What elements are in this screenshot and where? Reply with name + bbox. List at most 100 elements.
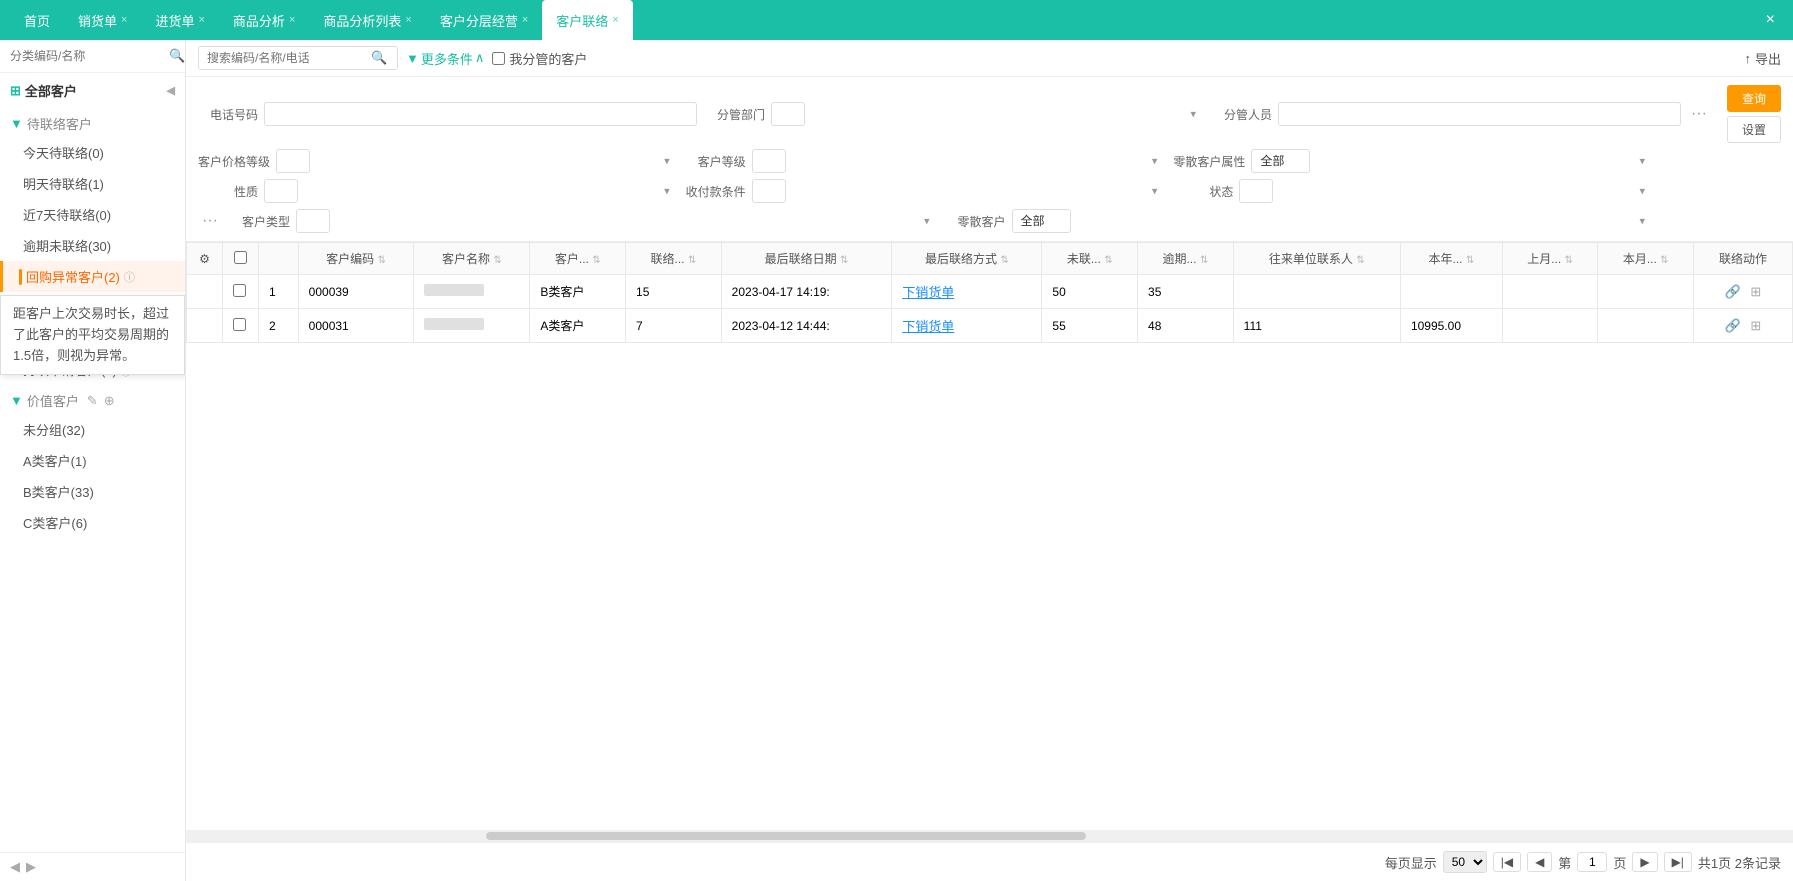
sidebar-item-7days[interactable]: 近7天待联络(0) <box>0 199 185 230</box>
price-level-select[interactable] <box>276 149 310 173</box>
select-all-checkbox[interactable] <box>234 251 247 264</box>
all-customers-header[interactable]: ⊞ 全部客户 ◀ <box>0 73 185 108</box>
close-sales-tab[interactable]: × <box>121 14 127 26</box>
table-row: 1 000039 B类客户 15 2023-04-17 14:19: 下销货单 … <box>187 275 1793 309</box>
cell-last-method-2: 下销货单 <box>892 309 1042 343</box>
col-overdue[interactable]: 逾期... ⇅ <box>1138 243 1234 275</box>
col-settings[interactable]: ⚙ <box>187 243 223 275</box>
col-last-month[interactable]: 上月... ⇅ <box>1502 243 1598 275</box>
close-customer-contact-tab[interactable]: × <box>612 14 618 26</box>
pending-contact-group[interactable]: ▼ 待联络客户 <box>0 108 185 137</box>
link-sales-1[interactable]: 下销货单 <box>902 285 954 300</box>
zero-customer-select[interactable]: 全部 <box>1012 209 1071 233</box>
link-icon-1[interactable]: 🔗 <box>1725 284 1741 299</box>
grid-icon-2[interactable]: ⊞ <box>1750 318 1761 333</box>
sidebar-item-anomaly[interactable]: 回购异常客户(2) ⓘ <box>0 261 185 292</box>
gender-select[interactable] <box>264 179 298 203</box>
sidebar-item-overdue[interactable]: 逾期未联络(30) <box>0 230 185 261</box>
left-arrow-icon[interactable]: ◀ <box>10 859 20 875</box>
grid-icon-1[interactable]: ⊞ <box>1750 284 1761 299</box>
col-last-method[interactable]: 最后联络方式 ⇅ <box>892 243 1042 275</box>
col-last-date[interactable]: 最后联络日期 ⇅ <box>721 243 892 275</box>
table-body: 1 000039 B类客户 15 2023-04-17 14:19: 下销货单 … <box>187 275 1793 343</box>
more-dots-1[interactable]: ··· <box>1687 105 1711 123</box>
col-not-contacted[interactable]: 未联... ⇅ <box>1042 243 1138 275</box>
horizontal-scrollbar[interactable] <box>186 830 1793 842</box>
col-this-month[interactable]: 本月... ⇅ <box>1598 243 1694 275</box>
export-btn[interactable]: ↑ 导出 <box>1744 49 1781 68</box>
row2-checkbox[interactable] <box>233 318 246 331</box>
row1-checkbox[interactable] <box>233 284 246 297</box>
zero-attr-select[interactable]: 全部 <box>1251 149 1310 173</box>
sidebar-search-icon[interactable]: 🔍 <box>169 48 185 64</box>
tab-product-analysis[interactable]: 商品分析 × <box>219 0 309 40</box>
cell-name-2 <box>414 309 530 343</box>
col-contacts[interactable]: 往来单位联系人 ⇅ <box>1233 243 1400 275</box>
filter-cell-price: 客户价格等级 <box>198 149 678 173</box>
filter-cell-level: 客户等级 <box>686 149 1166 173</box>
col-type[interactable]: 客户... ⇅ <box>530 243 626 275</box>
sidebar-search-input[interactable] <box>10 49 165 63</box>
col-this-year[interactable]: 本年... ⇅ <box>1400 243 1502 275</box>
top-nav: 首页 销货单 × 进货单 × 商品分析 × 商品分析列表 × 客户分层经营 × … <box>0 0 1793 40</box>
tab-customer-contact[interactable]: 客户联络 × <box>542 0 632 40</box>
cell-settings-1 <box>187 275 223 309</box>
close-product-analysis-tab[interactable]: × <box>289 14 295 26</box>
filter-cell-phone: 电话号码 <box>198 102 697 126</box>
tab-purchase[interactable]: 进货单 × <box>141 0 218 40</box>
info-icon: ⓘ <box>124 269 135 285</box>
payment-select[interactable] <box>752 179 786 203</box>
right-arrow-icon[interactable]: ▶ <box>26 859 36 875</box>
customer-type-select[interactable] <box>296 209 330 233</box>
sidebar-item-tomorrow[interactable]: 明天待联络(1) <box>0 168 185 199</box>
more-conditions-btn[interactable]: ▼ 更多条件 ∧ <box>406 49 484 68</box>
close-purchase-tab[interactable]: × <box>198 14 204 26</box>
next-page-btn[interactable]: ▶ <box>1632 852 1657 872</box>
cell-code-2: 000031 <box>298 309 414 343</box>
search-bar-icon[interactable]: 🔍 <box>371 50 387 66</box>
caret-icon: ∧ <box>475 50 485 66</box>
col-code[interactable]: 客户编码 ⇅ <box>298 243 414 275</box>
prev-page-btn[interactable]: ◀ <box>1527 852 1552 872</box>
sidebar-item-ungroup[interactable]: 未分组(32) <box>0 414 185 445</box>
edit-icon[interactable]: ✎ <box>87 393 98 409</box>
sidebar-item-class-a[interactable]: A类客户(1) <box>0 445 185 476</box>
add-icon[interactable]: ⊕ <box>104 393 115 409</box>
phone-input[interactable] <box>264 102 697 126</box>
link-icon-2[interactable]: 🔗 <box>1725 318 1741 333</box>
first-page-btn[interactable]: |◀ <box>1493 852 1521 872</box>
cell-not-contacted-1: 50 <box>1042 275 1138 309</box>
page-input[interactable] <box>1577 852 1607 872</box>
close-customer-layered-tab[interactable]: × <box>522 14 528 26</box>
status-select[interactable] <box>1239 179 1273 203</box>
tab-home[interactable]: 首页 <box>10 0 64 40</box>
close-all-tabs[interactable]: × <box>1758 11 1783 29</box>
close-product-list-tab[interactable]: × <box>405 14 411 26</box>
value-customers-group[interactable]: ▼ 价值客户 ✎ ⊕ <box>0 385 185 414</box>
dept-select[interactable] <box>771 102 805 126</box>
customer-level-select[interactable] <box>752 149 786 173</box>
settings-button[interactable]: 设置 <box>1727 116 1781 143</box>
tab-product-list[interactable]: 商品分析列表 × <box>309 0 425 40</box>
table-row: 2 000031 A类客户 7 2023-04-12 14:44: 下销货单 5… <box>187 309 1793 343</box>
cell-contacts-2: 111 <box>1233 309 1400 343</box>
filter-actions: 查询 设置 <box>1727 85 1781 143</box>
my-customer-checkbox[interactable] <box>492 52 505 65</box>
last-page-btn[interactable]: ▶| <box>1664 852 1692 872</box>
tab-customer-layered[interactable]: 客户分层经营 × <box>426 0 542 40</box>
link-sales-2[interactable]: 下销货单 <box>902 319 954 334</box>
filter-bar: 🔍 ▼ 更多条件 ∧ 我分管的客户 ↑ 导出 <box>186 40 1793 77</box>
col-name[interactable]: 客户名称 ⇅ <box>414 243 530 275</box>
search-input[interactable] <box>207 51 367 65</box>
manager-input[interactable] <box>1278 102 1681 126</box>
sidebar-item-class-b[interactable]: B类客户(33) <box>0 476 185 507</box>
query-button[interactable]: 查询 <box>1727 85 1781 112</box>
per-page-select[interactable]: 50 <box>1443 851 1487 873</box>
sidebar-item-today[interactable]: 今天待联络(0) <box>0 137 185 168</box>
sidebar-item-class-c[interactable]: C类客户(6) <box>0 507 185 538</box>
scrollbar-thumb[interactable] <box>486 832 1086 840</box>
tab-sales[interactable]: 销货单 × <box>64 0 141 40</box>
cell-contact-1: 15 <box>626 275 722 309</box>
more-dots-row4[interactable]: ··· <box>198 212 222 230</box>
col-contact[interactable]: 联络... ⇅ <box>626 243 722 275</box>
